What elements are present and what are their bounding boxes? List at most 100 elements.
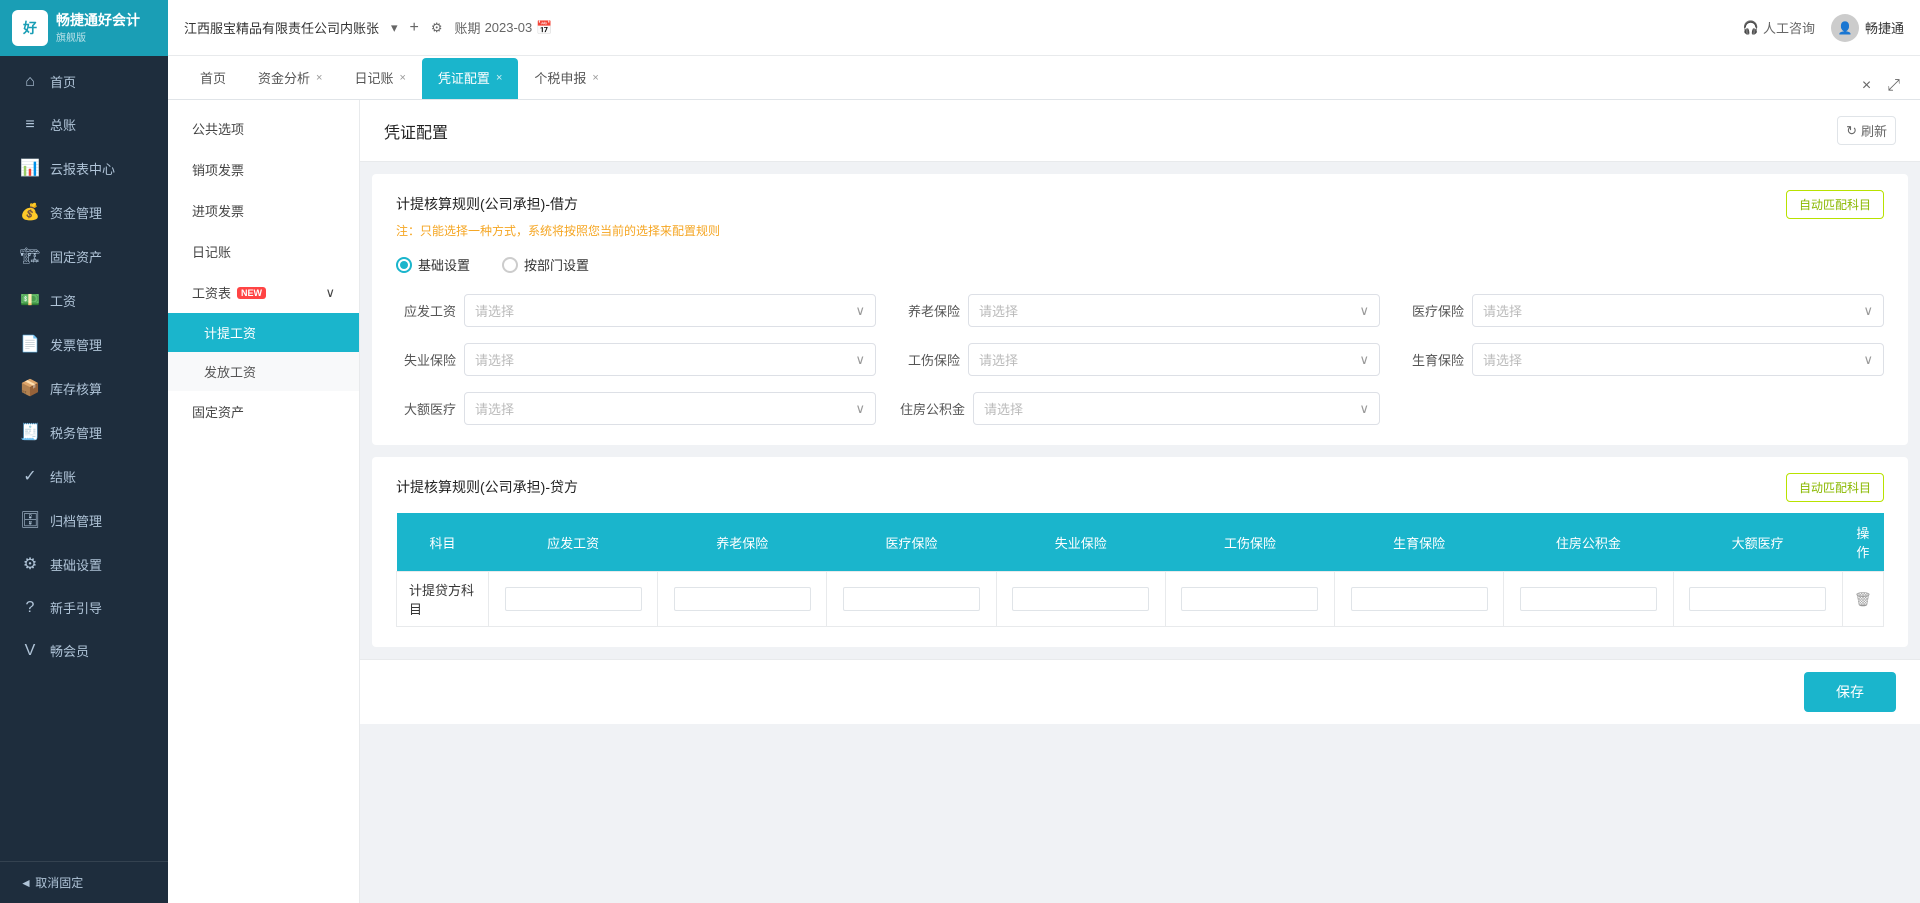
- th-action: 操作: [1842, 513, 1883, 572]
- sidebar-toggle[interactable]: ◄ 取消固定: [0, 861, 168, 903]
- company-dropdown[interactable]: ▾: [391, 20, 398, 36]
- th-subject: 科目: [397, 513, 489, 572]
- expand-button[interactable]: ⤢: [1883, 73, 1904, 99]
- select-gongshang[interactable]: 请选择 ∨: [968, 343, 1380, 376]
- settings-button[interactable]: ⚙: [431, 20, 443, 36]
- left-nav-purchase-invoice[interactable]: 进项发票: [168, 190, 359, 231]
- tab-journal-close[interactable]: ×: [399, 72, 405, 84]
- select-gongshang-placeholder: 请选择: [979, 350, 1018, 369]
- sidebar-item-inventory[interactable]: 📦 库存核算: [0, 366, 168, 410]
- td-shengyu-credit[interactable]: [1335, 572, 1504, 627]
- td-shiye-credit[interactable]: [996, 572, 1165, 627]
- input-yiliao-credit[interactable]: [843, 587, 980, 611]
- tab-journal[interactable]: 日记账 ×: [338, 58, 421, 99]
- label-daejiliao: 大额医疗: [396, 399, 456, 418]
- save-button[interactable]: 保存: [1804, 672, 1896, 712]
- td-yiliao-credit[interactable]: [827, 572, 996, 627]
- add-company-button[interactable]: +: [410, 19, 419, 37]
- sidebar-item-settings[interactable]: ⚙ 基础设置: [0, 542, 168, 586]
- input-daejiliao-credit[interactable]: [1689, 587, 1826, 611]
- left-nav-sales-invoice[interactable]: 销项发票: [168, 149, 359, 190]
- chevron-down-icon: ∨: [1863, 352, 1873, 368]
- td-daejiliao-credit[interactable]: [1673, 572, 1842, 627]
- refresh-button[interactable]: ↻ 刷新: [1837, 116, 1896, 145]
- input-shiye-credit[interactable]: [1012, 587, 1149, 611]
- left-nav-accrue-salary[interactable]: 计提工资: [168, 313, 359, 352]
- sidebar-item-salary[interactable]: 💵 工资: [0, 278, 168, 322]
- table-header-row: 科目 应发工资 养老保险 医疗保险 失业保险 工伤保险 生育保险 住房公积金 大…: [397, 513, 1884, 572]
- select-daejiliao[interactable]: 请选择 ∨: [464, 392, 876, 425]
- label-yiliao: 医疗保险: [1404, 301, 1464, 320]
- auto-match-debit-button[interactable]: 自动匹配科目: [1786, 190, 1884, 219]
- input-zhufang-credit[interactable]: [1520, 587, 1657, 611]
- service-button[interactable]: 🎧 人工咨询: [1743, 18, 1815, 37]
- tab-voucher-config[interactable]: 凭证配置 ×: [422, 58, 518, 99]
- sidebar-item-archive[interactable]: 🗄 归档管理: [0, 498, 168, 542]
- left-nav-payroll-group[interactable]: 工资表 NEW ∨: [168, 272, 359, 313]
- sidebar-item-ledger[interactable]: ≡ 总账: [0, 103, 168, 146]
- chevron-down-icon: ∨: [1863, 303, 1873, 319]
- select-yifa[interactable]: 请选择 ∨: [464, 294, 876, 327]
- td-zhufang-credit[interactable]: [1504, 572, 1673, 627]
- sidebar-item-assets[interactable]: 🏗 固定资产: [0, 234, 168, 278]
- page-content: 凭证配置 ↻ 刷新 计提核算规则(公司承担)-借方 注：只能选择一种方式，系统将…: [360, 100, 1920, 903]
- left-nav-pay-salary[interactable]: 发放工资: [168, 352, 359, 391]
- delete-row-button[interactable]: 🗑: [1854, 591, 1872, 607]
- sidebar-item-close[interactable]: ✓ 结账: [0, 454, 168, 498]
- th-gongshang: 工伤保险: [1165, 513, 1334, 572]
- period-label: 账期: [455, 18, 481, 37]
- left-nav-journal-label: 日记账: [192, 242, 231, 261]
- content-area: 公共选项 销项发票 进项发票 日记账 工资表 NEW ∨ 计提工资: [168, 100, 1920, 903]
- input-shengyu-credit[interactable]: [1351, 587, 1488, 611]
- radio-dept-label: 按部门设置: [524, 255, 589, 274]
- sidebar-item-guide[interactable]: ? 新手引导: [0, 586, 168, 629]
- auto-match-credit-button[interactable]: 自动匹配科目: [1786, 473, 1884, 502]
- select-yanglao[interactable]: 请选择 ∨: [968, 294, 1380, 327]
- sidebar-item-tax[interactable]: 🧾 税务管理: [0, 410, 168, 454]
- tab-fund-close[interactable]: ×: [316, 72, 322, 84]
- left-nav-fixed-assets-label: 固定资产: [192, 402, 244, 421]
- sidebar-item-report[interactable]: 📊 云报表中心: [0, 146, 168, 190]
- field-shengyu: 生育保险 请选择 ∨: [1404, 343, 1884, 376]
- sidebar-item-vip[interactable]: V 畅会员: [0, 629, 168, 672]
- sidebar-item-fund[interactable]: 💰 资金管理: [0, 190, 168, 234]
- salary-icon: 💵: [20, 290, 40, 310]
- sidebar-item-label: 总账: [50, 115, 76, 134]
- chevron-down-icon: ∨: [1359, 352, 1369, 368]
- tabbar-actions: × ⤢: [1858, 73, 1904, 99]
- sidebar-item-home[interactable]: ⌂ 首页: [0, 60, 168, 103]
- tab-voucher-close[interactable]: ×: [496, 72, 502, 84]
- select-zhufang[interactable]: 请选择 ∨: [973, 392, 1380, 425]
- sidebar-item-invoice[interactable]: 📄 发票管理: [0, 322, 168, 366]
- td-yifa-credit[interactable]: [488, 572, 657, 627]
- left-nav-fixed-assets[interactable]: 固定资产: [168, 391, 359, 432]
- left-nav-public[interactable]: 公共选项: [168, 108, 359, 149]
- input-yifa-credit[interactable]: [505, 587, 642, 611]
- close-tab-button[interactable]: ×: [1858, 73, 1875, 99]
- tab-home[interactable]: 首页: [184, 58, 242, 99]
- user-name: 畅捷通: [1865, 18, 1904, 37]
- td-yanglao-credit[interactable]: [658, 572, 827, 627]
- select-shiye[interactable]: 请选择 ∨: [464, 343, 876, 376]
- user-menu[interactable]: 👤 畅捷通: [1831, 14, 1904, 42]
- select-shengyu[interactable]: 请选择 ∨: [1472, 343, 1884, 376]
- input-yanglao-credit[interactable]: [674, 587, 811, 611]
- period-selector[interactable]: 账期 2023-03 📅: [455, 18, 553, 37]
- th-daejiliao: 大额医疗: [1673, 513, 1842, 572]
- tab-fund-analysis[interactable]: 资金分析 ×: [242, 58, 338, 99]
- radio-department[interactable]: 按部门设置: [502, 255, 589, 274]
- th-yiliao: 医疗保险: [827, 513, 996, 572]
- chevron-down-icon: ∨: [855, 401, 865, 417]
- td-gongshang-credit[interactable]: [1165, 572, 1334, 627]
- tab-tax-close[interactable]: ×: [592, 72, 598, 84]
- tab-tax[interactable]: 个税申报 ×: [518, 58, 614, 99]
- headset-icon: 🎧: [1743, 20, 1759, 36]
- refresh-label: 刷新: [1861, 121, 1887, 140]
- sidebar-item-label: 资金管理: [50, 203, 102, 222]
- left-nav-journal[interactable]: 日记账: [168, 231, 359, 272]
- input-gongshang-credit[interactable]: [1181, 587, 1318, 611]
- logo-text-area: 畅捷通好会计 旗舰版: [56, 12, 140, 44]
- radio-basic[interactable]: 基础设置: [396, 255, 470, 274]
- select-yiliao[interactable]: 请选择 ∨: [1472, 294, 1884, 327]
- sidebar-item-label: 新手引导: [50, 598, 102, 617]
